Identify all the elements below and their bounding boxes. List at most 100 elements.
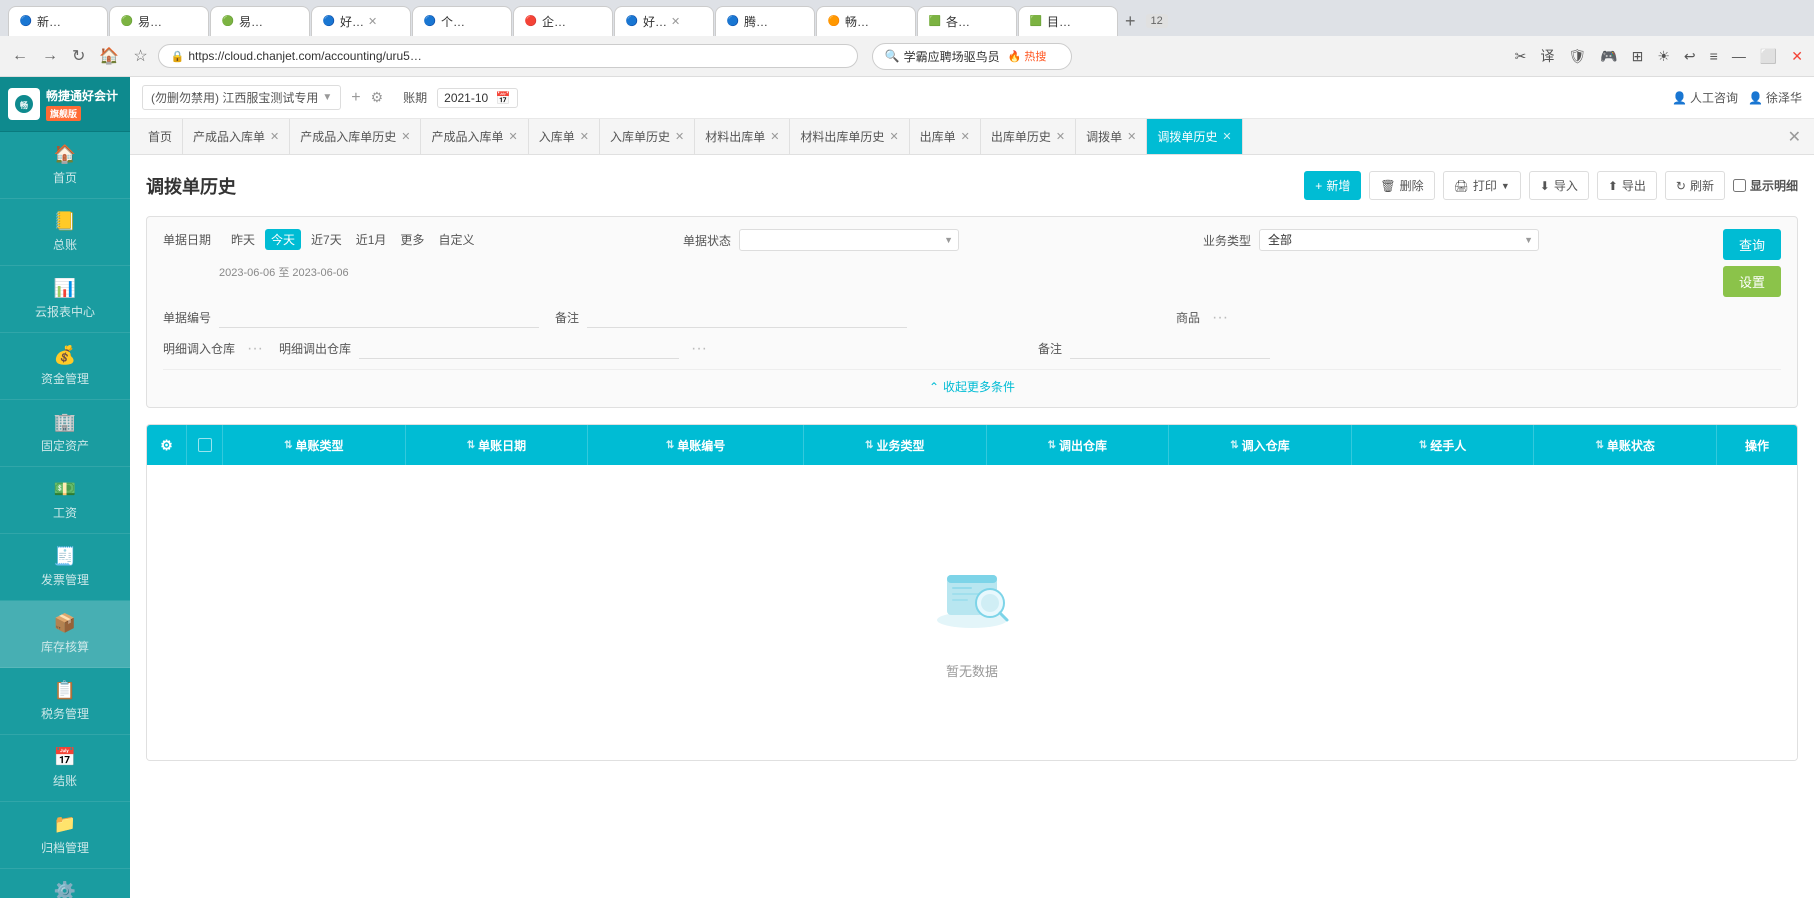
page-tab-product-in-history[interactable]: 产成品入库单历史 ✕: [290, 119, 421, 155]
minimize-btn[interactable]: —: [1729, 45, 1749, 67]
sidebar-item-tax[interactable]: 📋 税务管理: [0, 668, 130, 735]
add-company-btn[interactable]: +: [351, 89, 360, 107]
date-btn-more[interactable]: 更多: [396, 229, 428, 250]
sidebar-item-settings[interactable]: ⚙️ 基础设置: [0, 869, 130, 898]
page-tab-transfer-history-close[interactable]: ✕: [1222, 130, 1231, 143]
biz-type-select[interactable]: 全部: [1259, 229, 1539, 251]
th-date[interactable]: ⇅ 单账日期: [406, 425, 589, 465]
detail-out-picker-btn[interactable]: ···: [691, 340, 707, 358]
detail-out-input[interactable]: [359, 338, 679, 359]
user-info[interactable]: 👤 徐泽华: [1748, 89, 1802, 106]
page-tab-transfer-close[interactable]: ✕: [1127, 130, 1136, 143]
sidebar-item-archive[interactable]: 📁 归档管理: [0, 802, 130, 869]
refresh-button-page[interactable]: ↻ 刷新: [1665, 171, 1725, 200]
date-btn-1month[interactable]: 近1月: [352, 229, 391, 250]
th-settings[interactable]: ⚙: [147, 425, 187, 465]
browser-tab-close-7[interactable]: ✕: [671, 15, 680, 28]
menu-btn[interactable]: ≡: [1707, 45, 1721, 67]
th-handler[interactable]: ⇅ 经手人: [1352, 425, 1535, 465]
page-tab-product-in[interactable]: 产成品入库单 ✕: [183, 119, 290, 155]
browser-tab-2[interactable]: 🟢 易…: [109, 6, 209, 36]
grid-btn[interactable]: ⊞: [1629, 45, 1647, 68]
th-in-warehouse[interactable]: ⇅ 调入仓库: [1169, 425, 1352, 465]
page-tab-transfer-history[interactable]: 调拨单历史 ✕: [1147, 119, 1242, 155]
status-select[interactable]: 草稿 已审核 已作废: [739, 229, 959, 251]
date-btn-7days[interactable]: 近7天: [307, 229, 346, 250]
browser-tab-5[interactable]: 🔵 个…: [412, 6, 512, 36]
browser-tab-8[interactable]: 🔵 腾…: [715, 6, 815, 36]
tab-bar-close-all[interactable]: ✕: [1783, 127, 1806, 147]
new-record-button[interactable]: + 新增: [1304, 171, 1361, 200]
delete-button[interactable]: 🗑 删除: [1369, 171, 1434, 200]
goods-picker-btn[interactable]: ···: [1212, 309, 1228, 327]
page-tab-material-out-history-close[interactable]: ✕: [889, 130, 898, 143]
translate-btn[interactable]: 译: [1537, 43, 1557, 69]
page-tab-home[interactable]: 首页: [138, 119, 183, 155]
sidebar-item-salary[interactable]: 💵 工资: [0, 467, 130, 534]
th-status[interactable]: ⇅ 单账状态: [1534, 425, 1717, 465]
refresh-button[interactable]: ↻: [68, 44, 89, 68]
page-tab-product-in-history-close[interactable]: ✕: [401, 130, 410, 143]
search-bar[interactable]: 🔍 学霸应聘场驱鸟员 🔥 热搜: [872, 43, 1072, 70]
print-button[interactable]: 🖨 打印 ▼: [1443, 171, 1521, 200]
sidebar-item-finance[interactable]: 💰 资金管理: [0, 333, 130, 400]
browser-tab-4[interactable]: 🔵 好… ✕: [311, 6, 411, 36]
page-tab-out-history[interactable]: 出库单历史 ✕: [981, 119, 1076, 155]
browser-tab-7[interactable]: 🔵 好… ✕: [614, 6, 714, 36]
page-tab-product-in2-close[interactable]: ✕: [509, 130, 518, 143]
note-input[interactable]: [587, 307, 907, 328]
back-button[interactable]: ←: [8, 45, 32, 67]
select-all-checkbox[interactable]: [198, 438, 212, 452]
page-tab-out-history-close[interactable]: ✕: [1056, 130, 1065, 143]
sidebar-item-report[interactable]: 📊 云报表中心: [0, 266, 130, 333]
forward-button[interactable]: →: [38, 45, 62, 67]
gamepad-btn[interactable]: 🎮: [1597, 45, 1620, 68]
browser-tab-11[interactable]: 🟩 目…: [1018, 6, 1118, 36]
page-tab-in-order[interactable]: 入库单 ✕: [529, 119, 600, 155]
browser-tab-close-4[interactable]: ✕: [368, 15, 377, 28]
close-window-btn[interactable]: ✕: [1788, 45, 1806, 68]
collapse-conditions-btn[interactable]: ⌃ 收起更多条件: [929, 378, 1015, 395]
date-btn-yesterday[interactable]: 昨天: [227, 229, 259, 250]
page-tab-in-order-close[interactable]: ✕: [580, 130, 589, 143]
page-tab-in-history-close[interactable]: ✕: [675, 130, 684, 143]
page-tab-in-history[interactable]: 入库单历史 ✕: [600, 119, 695, 155]
browser-tab-9[interactable]: 🟠 畅…: [816, 6, 916, 36]
sidebar-item-invoice[interactable]: 🧾 发票管理: [0, 534, 130, 601]
browser-tab-6[interactable]: 🔴 企…: [513, 6, 613, 36]
filter-settings-button[interactable]: 设置: [1723, 266, 1781, 297]
home-button[interactable]: 🏠: [95, 44, 123, 68]
company-selector[interactable]: (勿删勿禁用) 江西服宝测试专用 ▼: [142, 85, 341, 110]
date-btn-today[interactable]: 今天: [265, 229, 301, 250]
shield-btn[interactable]: 🛡: [1565, 45, 1589, 68]
sidebar-item-inventory[interactable]: 📦 库存核算: [0, 601, 130, 668]
sidebar-item-close[interactable]: 📅 结账: [0, 735, 130, 802]
page-tab-out-order[interactable]: 出库单 ✕: [910, 119, 981, 155]
new-tab-button[interactable]: +: [1119, 11, 1142, 32]
undo-btn[interactable]: ↩: [1681, 45, 1699, 68]
th-biz-type[interactable]: ⇅ 业务类型: [804, 425, 987, 465]
th-out-warehouse[interactable]: ⇅ 调出仓库: [987, 425, 1170, 465]
page-tab-material-out-history[interactable]: 材料出库单历史 ✕: [790, 119, 909, 155]
th-number[interactable]: ⇅ 单账编号: [588, 425, 804, 465]
import-button[interactable]: ⬇ 导入: [1529, 171, 1589, 200]
settings-gear-btn[interactable]: ⚙: [371, 89, 384, 106]
sidebar-item-home[interactable]: 🏠 首页: [0, 132, 130, 199]
date-btn-custom[interactable]: 自定义: [434, 229, 478, 250]
display-toggle-checkbox[interactable]: [1733, 179, 1746, 192]
browser-tab-3[interactable]: 🟢 易…: [210, 6, 310, 36]
page-tab-product-in2[interactable]: 产成品入库单 ✕: [421, 119, 528, 155]
period-selector[interactable]: 2021-10 📅: [437, 88, 517, 108]
page-tab-transfer[interactable]: 调拨单 ✕: [1076, 119, 1147, 155]
sidebar-item-ledger[interactable]: 📒 总账: [0, 199, 130, 266]
browser-tab-1[interactable]: 🔵 新…: [8, 6, 108, 36]
support-button[interactable]: 👤 人工咨询: [1672, 89, 1738, 106]
page-tab-material-out-close[interactable]: ✕: [770, 130, 779, 143]
note2-input[interactable]: [1070, 338, 1270, 359]
page-tab-material-out[interactable]: 材料出库单 ✕: [695, 119, 790, 155]
detail-in-picker-btn[interactable]: ···: [247, 340, 263, 358]
address-bar[interactable]: 🔒 https://cloud.chanjet.com/accounting/u…: [158, 44, 858, 68]
export-button[interactable]: ⬆ 导出: [1597, 171, 1657, 200]
scissors-btn[interactable]: ✂: [1512, 45, 1530, 68]
th-checkbox[interactable]: [187, 425, 223, 465]
